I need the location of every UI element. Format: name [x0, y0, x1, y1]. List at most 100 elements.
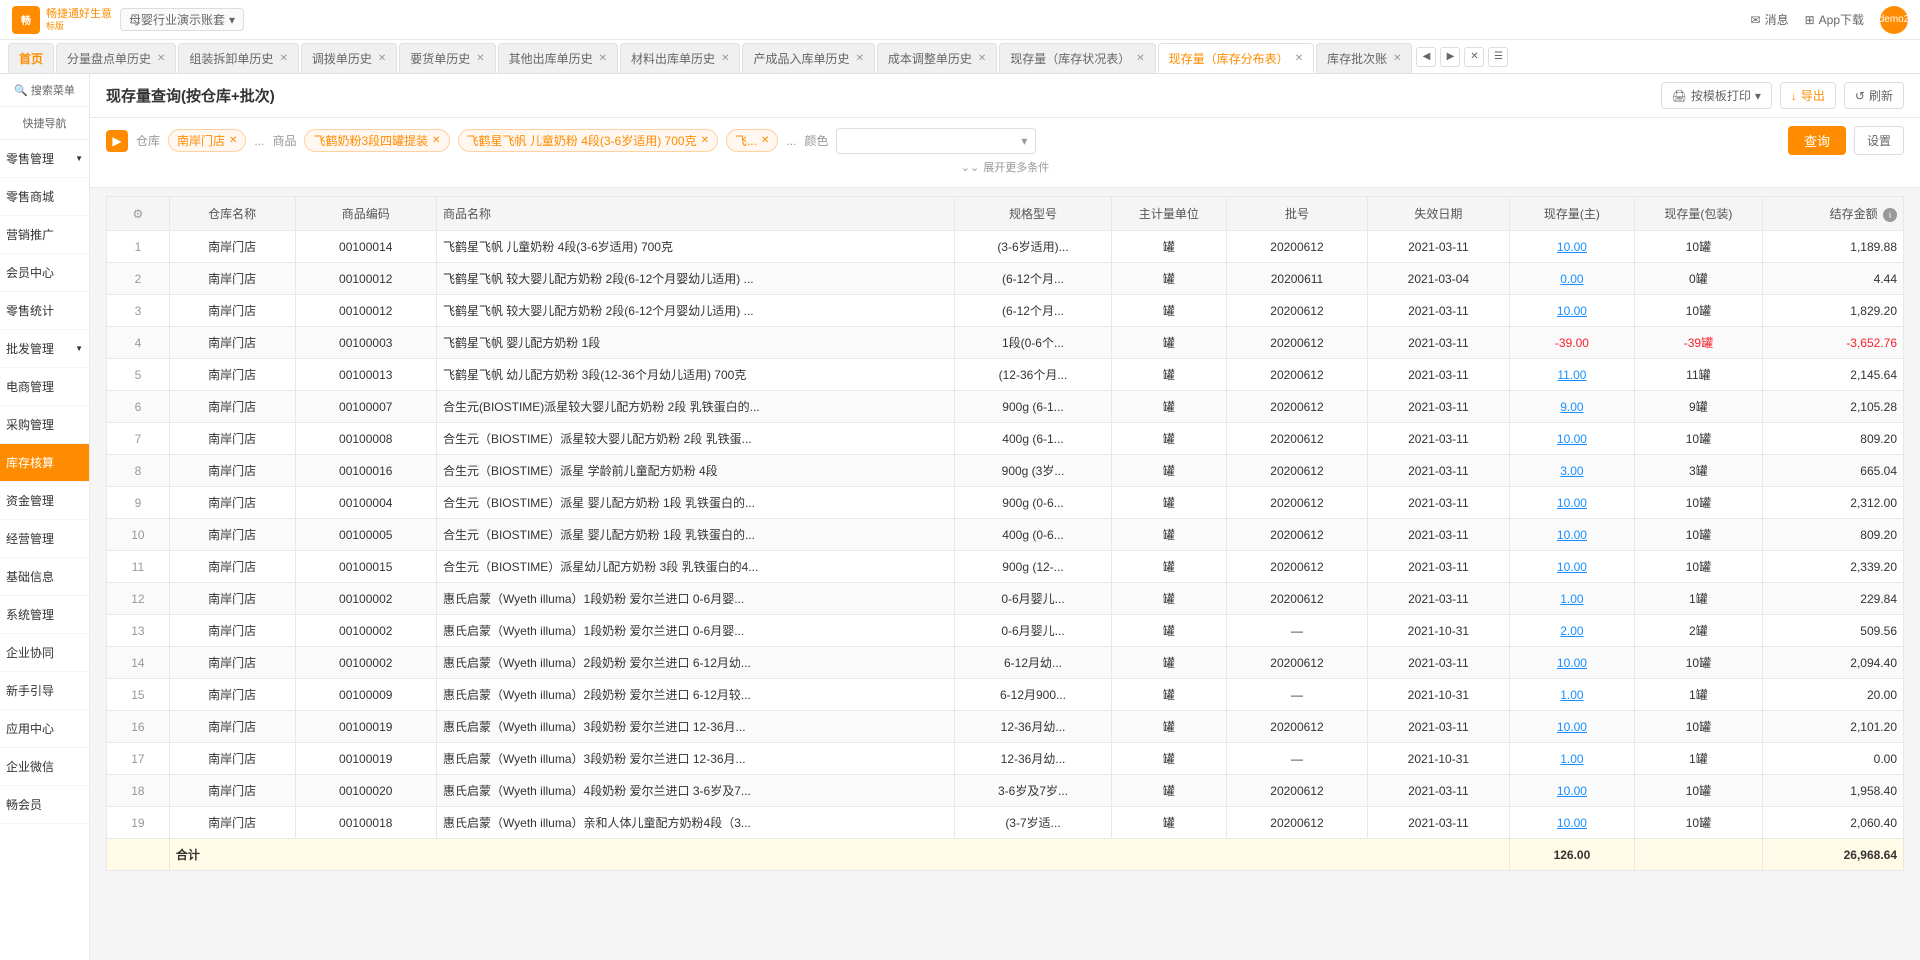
row-stock-main[interactable]: 0.00 — [1509, 263, 1635, 295]
row-stock-main[interactable]: 3.00 — [1509, 455, 1635, 487]
sidebar-item-retail[interactable]: 零售管理 ▼ — [0, 140, 89, 178]
close-icon[interactable]: ✕ — [1295, 53, 1303, 64]
row-spec: 0-6月婴儿... — [954, 583, 1111, 615]
expand-more-button[interactable]: ⌄⌄ 展开更多条件 — [106, 155, 1904, 179]
row-stock-main[interactable]: 10.00 — [1509, 551, 1635, 583]
sidebar-item-stock[interactable]: 库存核算 — [0, 444, 89, 482]
avatar[interactable]: demo2 — [1880, 6, 1908, 34]
sidebar-item-coop[interactable]: 企业协同 — [0, 634, 89, 672]
row-stock-main[interactable]: 11.00 — [1509, 359, 1635, 391]
row-stock-main[interactable]: 10.00 — [1509, 519, 1635, 551]
sidebar-item-corp-wechat[interactable]: 企业微信 — [0, 748, 89, 786]
close-icon[interactable]: ✕ — [721, 53, 729, 64]
tab-prev-button[interactable]: ◀ — [1416, 47, 1436, 67]
close-icon[interactable]: ✕ — [378, 53, 386, 64]
row-batch: 20200612 — [1226, 455, 1367, 487]
page-title: 现存量查询(按仓库+批次) — [106, 85, 275, 106]
color-dropdown[interactable]: ▾ — [836, 128, 1036, 154]
tab-next-button[interactable]: ▶ — [1440, 47, 1460, 67]
sidebar-item-retail-stats[interactable]: 零售统计 — [0, 292, 89, 330]
gear-icon[interactable]: ⚙ — [133, 207, 144, 221]
close-icon[interactable]: ✕ — [1393, 53, 1401, 64]
tab-batch-account[interactable]: 库存批次账 ✕ — [1316, 43, 1412, 73]
tab-stock-status[interactable]: 现存量（库存状况表） ✕ — [999, 43, 1155, 73]
workspace-selector[interactable]: 母婴行业演示账套 ▾ — [120, 8, 244, 31]
close-icon[interactable]: ✕ — [855, 53, 863, 64]
tab-home[interactable]: 首页 — [8, 43, 54, 73]
sidebar-item-system[interactable]: 系统管理 — [0, 596, 89, 634]
sidebar-item-member2[interactable]: 畅会员 — [0, 786, 89, 824]
sidebar-search[interactable]: 🔍 搜索菜单 — [0, 74, 89, 107]
tab-disassemble[interactable]: 组装拆卸单历史 ✕ — [178, 43, 298, 73]
query-button[interactable]: 查询 — [1788, 126, 1846, 155]
tab-want[interactable]: 要货单历史 ✕ — [399, 43, 495, 73]
settings-button[interactable]: 设置 — [1854, 126, 1904, 155]
tab-close-button[interactable]: ✕ — [1464, 47, 1484, 67]
close-icon[interactable]: ✕ — [157, 53, 165, 64]
tab-material-out[interactable]: 材料出库单历史 ✕ — [620, 43, 740, 73]
refresh-button[interactable]: ↺ 刷新 — [1844, 82, 1904, 109]
app-download-button[interactable]: ⊞ App下载 — [1805, 11, 1864, 28]
sidebar-item-basic[interactable]: 基础信息 — [0, 558, 89, 596]
row-num: 5 — [107, 359, 170, 391]
row-stock-main[interactable]: 9.00 — [1509, 391, 1635, 423]
close-icon[interactable]: ✕ — [279, 53, 287, 64]
close-icon[interactable]: ✕ — [978, 53, 986, 64]
sidebar-item-new-guide[interactable]: 新手引导 — [0, 672, 89, 710]
tab-other-out[interactable]: 其他出库单历史 ✕ — [498, 43, 618, 73]
sidebar-item-wholesale[interactable]: 批发管理 ▼ — [0, 330, 89, 368]
info-icon[interactable]: i — [1883, 208, 1897, 222]
remove-product-2-button[interactable]: ✕ — [761, 135, 769, 146]
close-icon[interactable]: ✕ — [599, 53, 607, 64]
remove-product-0-button[interactable]: ✕ — [432, 135, 440, 146]
row-stock-main[interactable]: 1.00 — [1509, 583, 1635, 615]
warehouse-more-dots[interactable]: ... — [254, 134, 264, 148]
summary-row: 合计 126.00 26,968.64 — [107, 839, 1904, 871]
top-bar: 畅 畅捷通好生意 标版 母婴行业演示账套 ▾ ✉ 消息 ⊞ App下载 demo… — [0, 0, 1920, 40]
tab-menu-button[interactable]: ☰ — [1488, 47, 1508, 67]
remove-product-1-button[interactable]: ✕ — [701, 135, 709, 146]
row-stock-main[interactable]: 1.00 — [1509, 743, 1635, 775]
row-spec: (12-36个月... — [954, 359, 1111, 391]
sidebar-item-app-center[interactable]: 应用中心 — [0, 710, 89, 748]
tab-stock-dist[interactable]: 现存量（库存分布表） ✕ — [1158, 43, 1314, 73]
message-button[interactable]: ✉ 消息 — [1751, 11, 1789, 28]
tab-split-count[interactable]: 分量盘点单历史 ✕ — [56, 43, 176, 73]
sidebar-item-operation[interactable]: 经营管理 — [0, 520, 89, 558]
row-expire: 2021-03-11 — [1368, 295, 1509, 327]
sidebar-item-finance[interactable]: 资金管理 — [0, 482, 89, 520]
sidebar-item-ecommerce[interactable]: 电商管理 — [0, 368, 89, 406]
row-stock-pack: 10罐 — [1635, 487, 1762, 519]
row-stock-main[interactable]: 10.00 — [1509, 711, 1635, 743]
row-stock-main[interactable]: 2.00 — [1509, 615, 1635, 647]
row-stock-main[interactable]: 10.00 — [1509, 423, 1635, 455]
tab-mix[interactable]: 调拨单历史 ✕ — [301, 43, 397, 73]
sidebar-item-marketing[interactable]: 营销推广 — [0, 216, 89, 254]
chevron-down-icon: ▾ — [229, 13, 235, 27]
print-button[interactable]: 🖨 按模板打印 ▾ — [1661, 82, 1772, 109]
filter-toggle-button[interactable]: ▶ — [106, 130, 128, 152]
tab-product-in[interactable]: 产成品入库单历史 ✕ — [742, 43, 874, 73]
row-stock-main[interactable]: 10.00 — [1509, 231, 1635, 263]
close-icon[interactable]: ✕ — [1136, 53, 1144, 64]
row-stock-main[interactable]: 1.00 — [1509, 679, 1635, 711]
remove-warehouse-button[interactable]: ✕ — [229, 135, 237, 146]
sidebar-item-member[interactable]: 会员中心 — [0, 254, 89, 292]
row-name: 飞鹤星飞帆 较大婴儿配方奶粉 2段(6-12个月婴幼儿适用) ... — [436, 295, 954, 327]
sidebar-item-purchase[interactable]: 采购管理 — [0, 406, 89, 444]
row-balance: 1,958.40 — [1762, 775, 1903, 807]
col-header-balance: 结存金额 i — [1762, 197, 1903, 231]
row-stock-main[interactable]: 10.00 — [1509, 487, 1635, 519]
product-more-dots[interactable]: ... — [786, 134, 796, 148]
row-stock-main[interactable]: 10.00 — [1509, 775, 1635, 807]
row-stock-main[interactable]: 10.00 — [1509, 647, 1635, 679]
row-stock-main[interactable]: 10.00 — [1509, 807, 1635, 839]
sidebar-quick-nav[interactable]: 快捷导航 — [0, 107, 89, 140]
tab-cost-adjust[interactable]: 成本调整单历史 ✕ — [877, 43, 997, 73]
row-expire: 2021-03-11 — [1368, 519, 1509, 551]
row-stock-main[interactable]: 10.00 — [1509, 295, 1635, 327]
export-button[interactable]: ↓ 导出 — [1780, 82, 1836, 109]
sidebar-item-retail-shop[interactable]: 零售商城 — [0, 178, 89, 216]
row-stock-pack: 10罐 — [1635, 647, 1762, 679]
close-icon[interactable]: ✕ — [476, 53, 484, 64]
